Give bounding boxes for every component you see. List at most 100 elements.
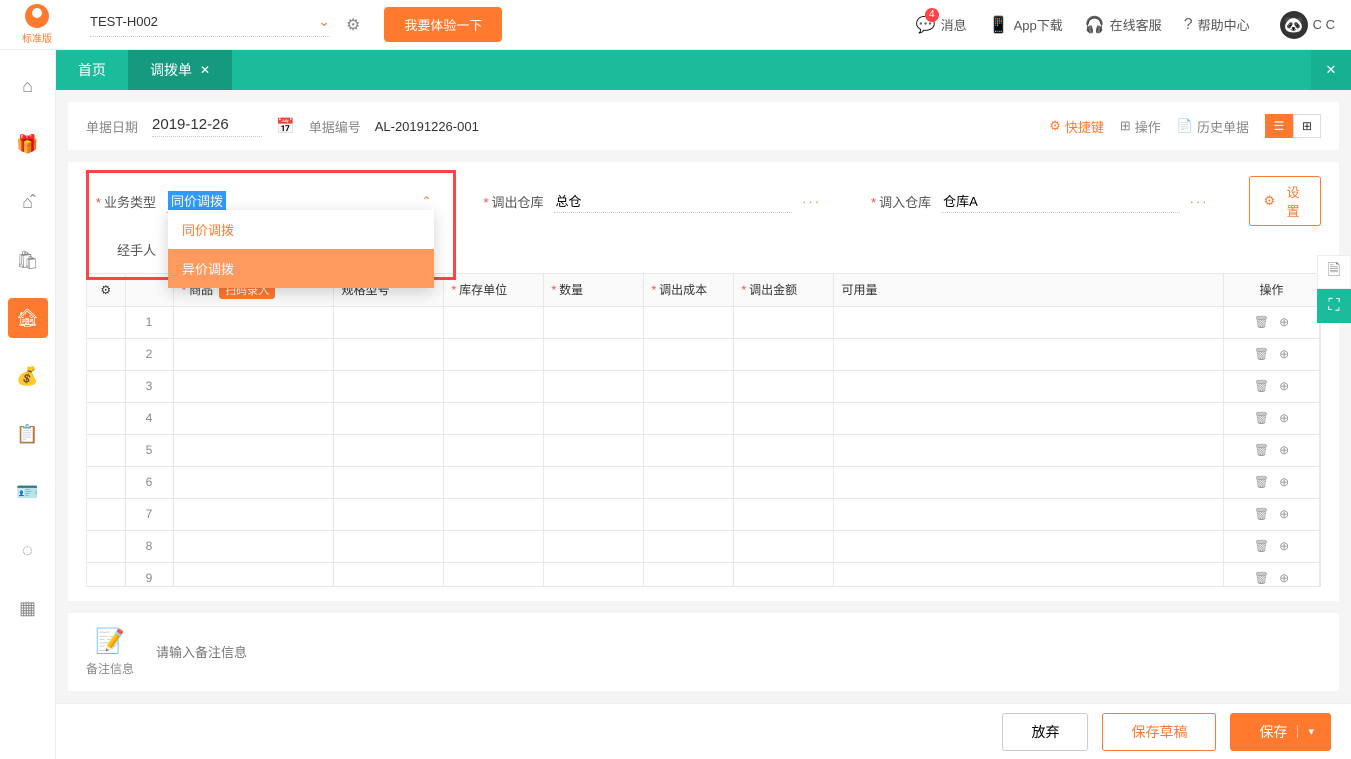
- close-all-tabs-icon[interactable]: ✕: [1311, 50, 1351, 90]
- nav-money-icon[interactable]: 💰: [8, 356, 48, 396]
- user-menu[interactable]: 🐼 C C: [1272, 11, 1335, 39]
- document-icon: 📄: [1177, 118, 1193, 134]
- grid-icon: ⊞: [1120, 118, 1131, 134]
- copy-row-icon[interactable]: ⊕: [1279, 379, 1289, 393]
- nav-new-icon[interactable]: ▦: [8, 588, 48, 628]
- delete-row-icon[interactable]: 🗑: [1254, 475, 1269, 489]
- items-table: ⚙ *商品扫码录入 规格型号 *库存单位 *数量 *调出成本 *调出金额 可用量…: [87, 274, 1320, 587]
- trial-button[interactable]: 我要体验一下: [384, 7, 502, 42]
- operate-action[interactable]: ⊞ 操作: [1120, 117, 1161, 136]
- out-warehouse-input[interactable]: [554, 189, 793, 213]
- copy-row-icon[interactable]: ⊕: [1279, 539, 1289, 553]
- tab-bar: 首页 调拨单 ✕ ✕: [56, 50, 1351, 90]
- gear-icon[interactable]: ⚙: [346, 15, 360, 35]
- delete-row-icon[interactable]: 🗑: [1254, 539, 1269, 553]
- phone-icon: 📱: [989, 15, 1009, 35]
- tab-close-icon[interactable]: ✕: [200, 63, 210, 77]
- col-amount: *调出金额: [733, 274, 833, 306]
- form-panel: *业务类型 同价调拨 ⌃ 同价调拨 异价调拨 *调出仓库 ··· *调入仓库: [68, 162, 1339, 601]
- in-warehouse-input[interactable]: [941, 189, 1180, 213]
- avatar: 🐼: [1280, 11, 1308, 39]
- messages-action[interactable]: 💬 消息 4: [916, 15, 967, 35]
- col-unit: *库存单位: [443, 274, 543, 306]
- shortcut-action[interactable]: ⚙ 快捷键: [1049, 117, 1104, 136]
- nav-gift-icon[interactable]: 🎁: [8, 124, 48, 164]
- table-row[interactable]: 2🗑⊕: [87, 338, 1320, 370]
- nav-loading-icon[interactable]: ◌: [8, 530, 48, 570]
- copy-row-icon[interactable]: ⊕: [1279, 347, 1289, 361]
- doc-date-label: 单据日期: [86, 117, 138, 136]
- table-row[interactable]: 3🗑⊕: [87, 370, 1320, 402]
- dropdown-option-diff-price[interactable]: 异价调拨: [168, 249, 434, 288]
- settings-button[interactable]: ⚙ 设置: [1249, 176, 1321, 226]
- dropdown-option-same-price[interactable]: 同价调拨: [168, 210, 434, 249]
- copy-row-icon[interactable]: ⊕: [1279, 571, 1289, 585]
- remarks-label: 📝 备注信息: [86, 627, 134, 677]
- float-actions: 🗎 ⛶: [1317, 255, 1351, 323]
- copy-row-icon[interactable]: ⊕: [1279, 315, 1289, 329]
- copy-row-icon[interactable]: ⊕: [1279, 475, 1289, 489]
- table-row[interactable]: 9🗑⊕: [87, 562, 1320, 587]
- table-row[interactable]: 8🗑⊕: [87, 530, 1320, 562]
- table-settings-header[interactable]: ⚙: [87, 274, 125, 306]
- nav-home-icon[interactable]: ⌂: [8, 66, 48, 106]
- in-warehouse-field: *调入仓库 ···: [861, 176, 1209, 226]
- org-selector[interactable]: TEST-H002 ⌄: [90, 13, 330, 37]
- table-row[interactable]: 1🗑⊕: [87, 306, 1320, 338]
- biz-type-dropdown: 同价调拨 异价调拨: [168, 210, 434, 288]
- delete-row-icon[interactable]: 🗑: [1254, 347, 1269, 361]
- discard-button[interactable]: 放弃: [1002, 713, 1088, 751]
- table-row[interactable]: 6🗑⊕: [87, 466, 1320, 498]
- save-button[interactable]: 保存 ▾: [1230, 713, 1331, 751]
- calendar-icon[interactable]: 📅: [276, 117, 295, 135]
- col-cost: *调出成本: [643, 274, 733, 306]
- col-qty: *数量: [543, 274, 643, 306]
- delete-row-icon[interactable]: 🗑: [1254, 507, 1269, 521]
- online-service-action[interactable]: 🎧 在线客服: [1085, 15, 1162, 35]
- float-note-icon[interactable]: 🗎: [1317, 255, 1351, 289]
- nav-id-icon[interactable]: 🪪: [8, 472, 48, 512]
- help-center-action[interactable]: ? 帮助中心: [1184, 15, 1250, 34]
- more-icon[interactable]: ···: [1190, 194, 1209, 209]
- delete-row-icon[interactable]: 🗑: [1254, 443, 1269, 457]
- main-content: 单据日期 2019-12-26 📅 单据编号 AL-20191226-001 ⚙…: [56, 90, 1351, 759]
- chevron-down-icon[interactable]: ▾: [1297, 725, 1314, 738]
- nav-clipboard-icon[interactable]: 📋: [8, 414, 48, 454]
- nav-warehouse-icon[interactable]: 🏚: [8, 298, 48, 338]
- footer-bar: 放弃 保存草稿 保存 ▾: [56, 703, 1351, 759]
- view-card-button[interactable]: ⊞: [1293, 114, 1321, 138]
- copy-row-icon[interactable]: ⊕: [1279, 443, 1289, 457]
- more-icon[interactable]: ···: [802, 194, 821, 209]
- logo-label: 标准版: [22, 30, 52, 45]
- table-row[interactable]: 4🗑⊕: [87, 402, 1320, 434]
- nav-bag-icon[interactable]: 🛍: [8, 240, 48, 280]
- tab-home[interactable]: 首页: [56, 50, 128, 90]
- tab-transfer-order[interactable]: 调拨单 ✕: [128, 50, 232, 90]
- view-toggle: ☰ ⊞: [1265, 114, 1321, 138]
- history-action[interactable]: 📄 历史单据: [1177, 117, 1249, 136]
- remarks-input[interactable]: [156, 645, 1321, 660]
- out-warehouse-field: *调出仓库 ···: [474, 176, 822, 226]
- delete-row-icon[interactable]: 🗑: [1254, 411, 1269, 425]
- table-row[interactable]: 7🗑⊕: [87, 498, 1320, 530]
- delete-row-icon[interactable]: 🗑: [1254, 571, 1269, 585]
- items-table-wrap: ⚙ *商品扫码录入 规格型号 *库存单位 *数量 *调出成本 *调出金额 可用量…: [86, 273, 1321, 587]
- app-download-action[interactable]: 📱 App下载: [989, 15, 1063, 35]
- logo[interactable]: 标准版: [16, 4, 58, 45]
- doc-date-input[interactable]: 2019-12-26: [152, 116, 262, 137]
- view-list-button[interactable]: ☰: [1265, 114, 1293, 138]
- save-draft-button[interactable]: 保存草稿: [1102, 713, 1216, 751]
- document-header: 单据日期 2019-12-26 📅 单据编号 AL-20191226-001 ⚙…: [68, 102, 1339, 150]
- copy-row-icon[interactable]: ⊕: [1279, 507, 1289, 521]
- table-row[interactable]: 5🗑⊕: [87, 434, 1320, 466]
- delete-row-icon[interactable]: 🗑: [1254, 315, 1269, 329]
- gear-icon: ⚙: [1264, 193, 1276, 209]
- biz-type-field: *业务类型 同价调拨 ⌃ 同价调拨 异价调拨: [86, 176, 434, 226]
- nav-house-icon[interactable]: ⌂̂: [8, 182, 48, 222]
- messages-badge: 4: [925, 8, 939, 22]
- copy-row-icon[interactable]: ⊕: [1279, 411, 1289, 425]
- col-available: 可用量: [833, 274, 1224, 306]
- float-expand-icon[interactable]: ⛶: [1317, 289, 1351, 323]
- delete-row-icon[interactable]: 🗑: [1254, 379, 1269, 393]
- chevron-up-icon[interactable]: ⌃: [421, 194, 431, 208]
